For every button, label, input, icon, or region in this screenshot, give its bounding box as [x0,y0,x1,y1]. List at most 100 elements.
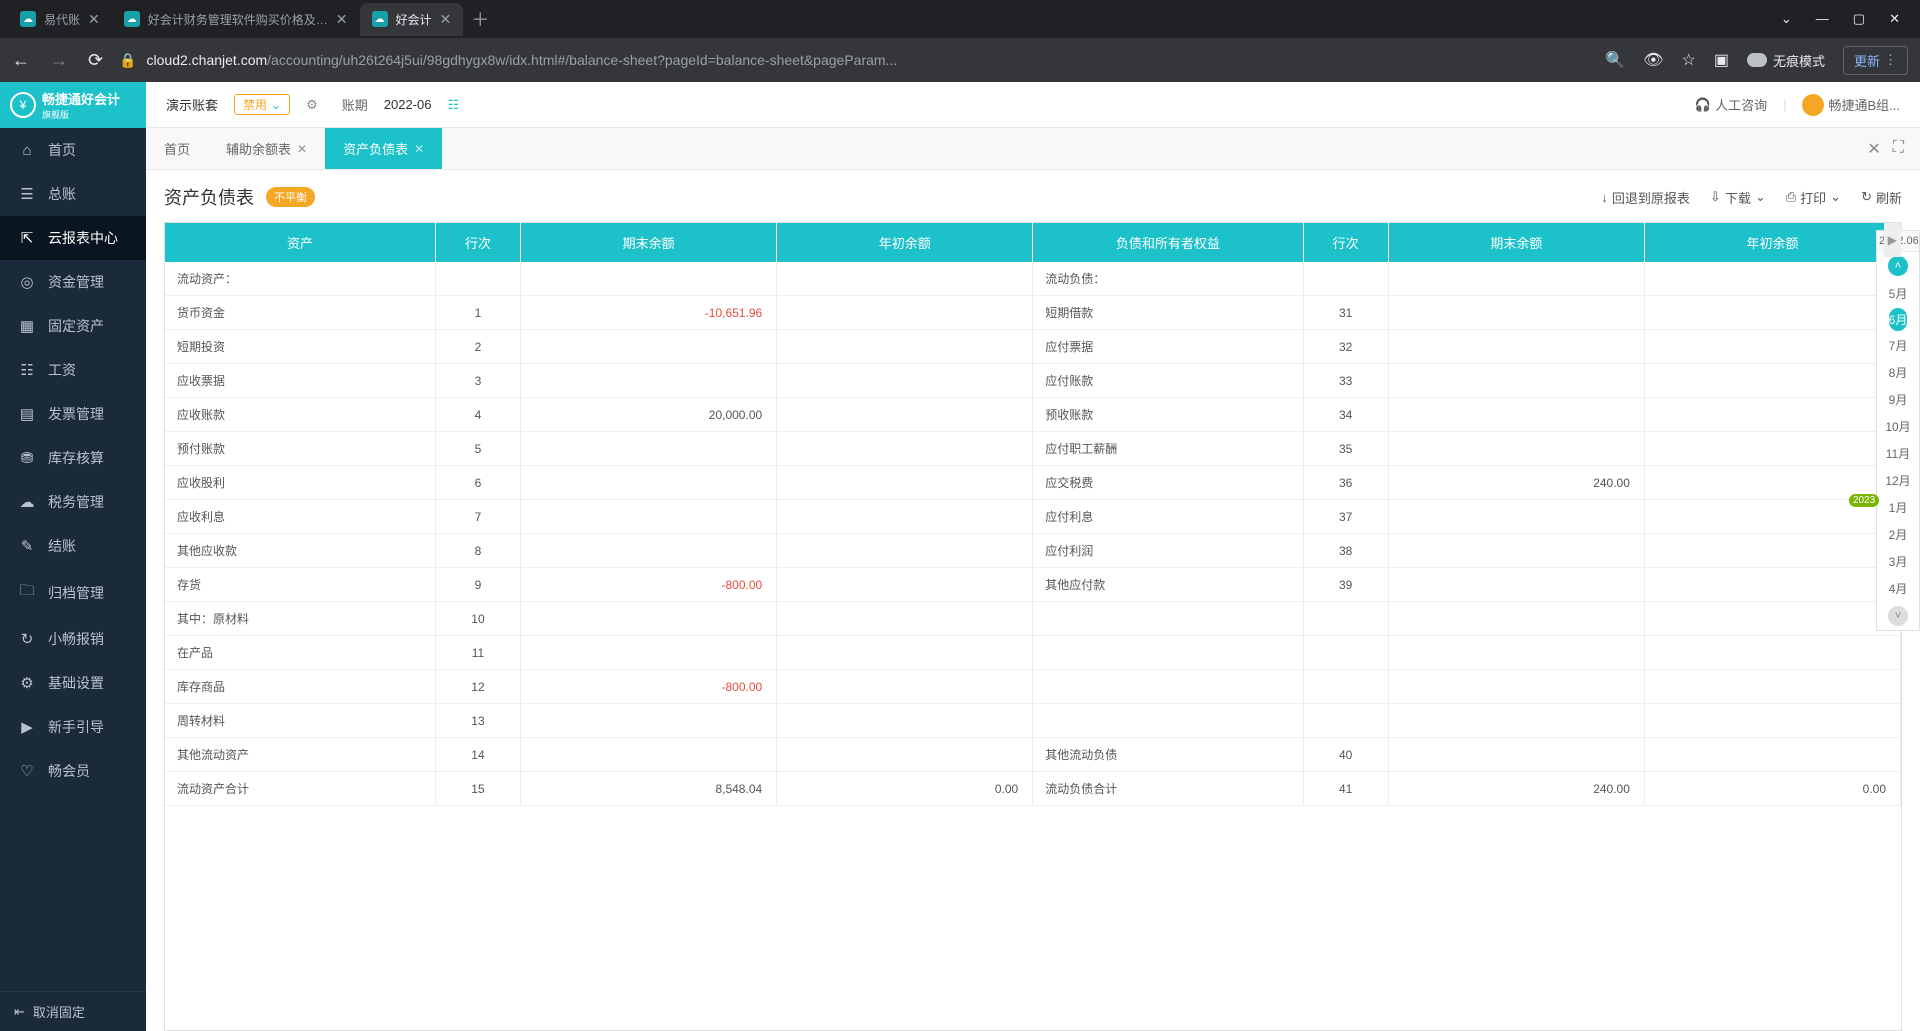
account-name[interactable]: 演示账套 [166,95,218,114]
table-row[interactable]: 应收利息7应付利息37 [165,500,1901,534]
month-button[interactable]: 3月 [1889,548,1908,575]
month-button[interactable]: 9月 [1885,386,1912,413]
sidebar-item[interactable]: ▦ 固定资产 [0,304,146,348]
month-button[interactable]: 12月 [1885,467,1912,494]
table-row[interactable]: 应收票据3应付账款33 [165,364,1901,398]
month-scroll-up-icon[interactable]: ˄ [1888,256,1908,276]
close-icon[interactable]: ✕ [414,142,424,156]
url-field[interactable]: 🔒 cloud2.chanjet.com/accounting/uh26t264… [119,52,1589,69]
month-button[interactable]: 10月 [1885,413,1912,440]
print-button[interactable]: ⎙打印 ⌄ [1786,188,1841,207]
table-row[interactable]: 存货9-800.00其他应付款39 [165,568,1901,602]
browser-tab[interactable]: ☁ 好会计财务管理软件购买价格及… ✕ [112,3,360,36]
cell-liab-end [1388,636,1644,670]
sidebar-item[interactable]: ▶ 新手引导 [0,705,146,749]
page-tab[interactable]: 辅助余额表✕ [208,128,325,169]
update-button[interactable]: 更新⋮ [1843,46,1908,75]
cell-liab-name: 应付账款 [1033,364,1303,398]
period-value[interactable]: 2022-06 [384,97,432,112]
lock-icon: 🔒 [119,52,136,69]
sidebar-item-label: 小畅报销 [48,629,104,649]
cell-liab-end [1388,738,1644,772]
sidebar-item[interactable]: 🗀 归档管理 [0,568,146,617]
balance-sheet-table-wrap[interactable]: ▶ 资产 行次 期末余额 年初余额 负债和所有者权益 行次 [164,222,1902,1031]
close-icon[interactable]: ✕ [440,11,452,28]
sidebar-item[interactable]: ☷ 工资 [0,348,146,392]
tab-title: 易代账 [44,11,80,28]
table-row[interactable]: 流动资产合计158,548.040.00流动负债合计41240.000.00 [165,772,1901,806]
close-icon[interactable]: ✕ [297,142,307,156]
browser-tab[interactable]: ☁ 好会计 ✕ [360,3,464,36]
window-minimize-icon[interactable]: ― [1816,11,1829,27]
table-row[interactable]: 其他应收款8应付利润38 [165,534,1901,568]
sidebar-item[interactable]: ☁ 税务管理 [0,480,146,524]
table-row[interactable]: 其他流动资产14其他流动负债40 [165,738,1901,772]
sidebar-item[interactable]: ⚙ 基础设置 [0,661,146,705]
cell-liab-begin [1644,296,1900,330]
table-row[interactable]: 应收股利6应交税费36240.00 [165,466,1901,500]
logo[interactable]: ¥ 畅捷通好会计 旗舰版 [0,82,146,128]
close-icon[interactable]: ✕ [88,11,100,28]
star-icon[interactable]: ☆ [1682,50,1696,70]
zoom-icon[interactable]: 🔍 [1605,50,1625,70]
eye-off-icon[interactable]: 👁 [1643,50,1663,70]
sidebar-item[interactable]: ☰ 总账 [0,172,146,216]
revert-button[interactable]: ↓回退到原报表 [1601,188,1690,207]
sidebar-collapse-button[interactable]: ⇤ 取消固定 [0,991,146,1031]
month-button[interactable]: 8月 [1885,359,1912,386]
table-row[interactable]: 流动资产：流动负债： [165,262,1901,296]
support-button[interactable]: 🎧 人工咨询 [1695,95,1767,114]
month-button[interactable]: 11月 [1885,440,1912,467]
table-row[interactable]: 其中：原材料10 [165,602,1901,636]
table-row[interactable]: 预付账款5应付职工薪酬35 [165,432,1901,466]
refresh-button[interactable]: ↻刷新 [1861,188,1902,207]
sidebar-item[interactable]: ⌂ 首页 [0,128,146,172]
cell-asset-end [521,738,777,772]
table-row[interactable]: 短期投资2应付票据32 [165,330,1901,364]
chevron-down-icon: ⌄ [1830,189,1841,205]
month-button[interactable]: 5月 [1885,280,1912,307]
month-button[interactable]: 2月 [1889,521,1908,548]
window-maximize-icon[interactable]: ▢ [1853,11,1865,27]
close-all-tabs-icon[interactable]: ✕ [1867,139,1880,159]
window-close-icon[interactable]: ✕ [1889,11,1900,27]
month-button[interactable]: 1月 [1889,494,1908,521]
page-tab[interactable]: 资产负债表✕ [325,128,442,169]
table-row[interactable]: 在产品11 [165,636,1901,670]
sidebar-item[interactable]: ↻ 小畅报销 [0,617,146,661]
sidebar-item[interactable]: ♡ 畅会员 [0,749,146,793]
calendar-icon[interactable]: ☷ [447,97,459,113]
sidebar-item[interactable]: ▤ 发票管理 [0,392,146,436]
page-tab[interactable]: 首页 [146,128,208,169]
extension-icon[interactable]: ▣ [1714,50,1729,70]
month-button[interactable]: 7月 [1885,332,1912,359]
nav-forward-icon[interactable]: → [50,50,68,71]
sidebar-item[interactable]: ⇱ 云报表中心 [0,216,146,260]
table-row[interactable]: 周转材料13 [165,704,1901,738]
month-button[interactable]: 6月 [1889,308,1908,331]
cell-asset-name: 流动资产合计 [165,772,435,806]
download-button[interactable]: ⇩下载 ⌄ [1710,188,1766,207]
gear-icon[interactable]: ⚙ [306,97,318,113]
user-menu[interactable]: 畅捷通B组... [1802,94,1900,116]
sidebar-item[interactable]: ✎ 结账 [0,524,146,568]
sidebar-item[interactable]: ⛃ 库存核算 [0,436,146,480]
month-scroll-down-icon[interactable]: ˅ [1888,606,1908,626]
close-icon[interactable]: ✕ [336,11,348,28]
window-dropdown-icon[interactable]: ⌄ [1781,11,1792,27]
disable-badge[interactable]: 禁用 ⌄ [234,94,290,115]
new-tab-button[interactable]: ＋ [471,6,489,32]
cell-asset-row: 14 [435,738,520,772]
table-row[interactable]: 库存商品12-800.00 [165,670,1901,704]
cell-asset-begin [777,500,1033,534]
nav-back-icon[interactable]: ← [12,50,30,71]
browser-tab[interactable]: ☁ 易代账 ✕ [8,3,112,36]
month-button[interactable]: 4月 [1889,575,1908,602]
table-row[interactable]: 应收账款420,000.00预收账款34 [165,398,1901,432]
sidebar-item[interactable]: ◎ 资金管理 [0,260,146,304]
nav-reload-icon[interactable]: ⟳ [88,50,103,71]
table-row[interactable]: 货币资金1-10,651.96短期借款31 [165,296,1901,330]
scroll-right-icon[interactable]: ▶ [1884,223,1901,257]
sidebar-item-label: 云报表中心 [48,228,118,248]
fullscreen-icon[interactable]: ⛶ [1893,139,1904,159]
